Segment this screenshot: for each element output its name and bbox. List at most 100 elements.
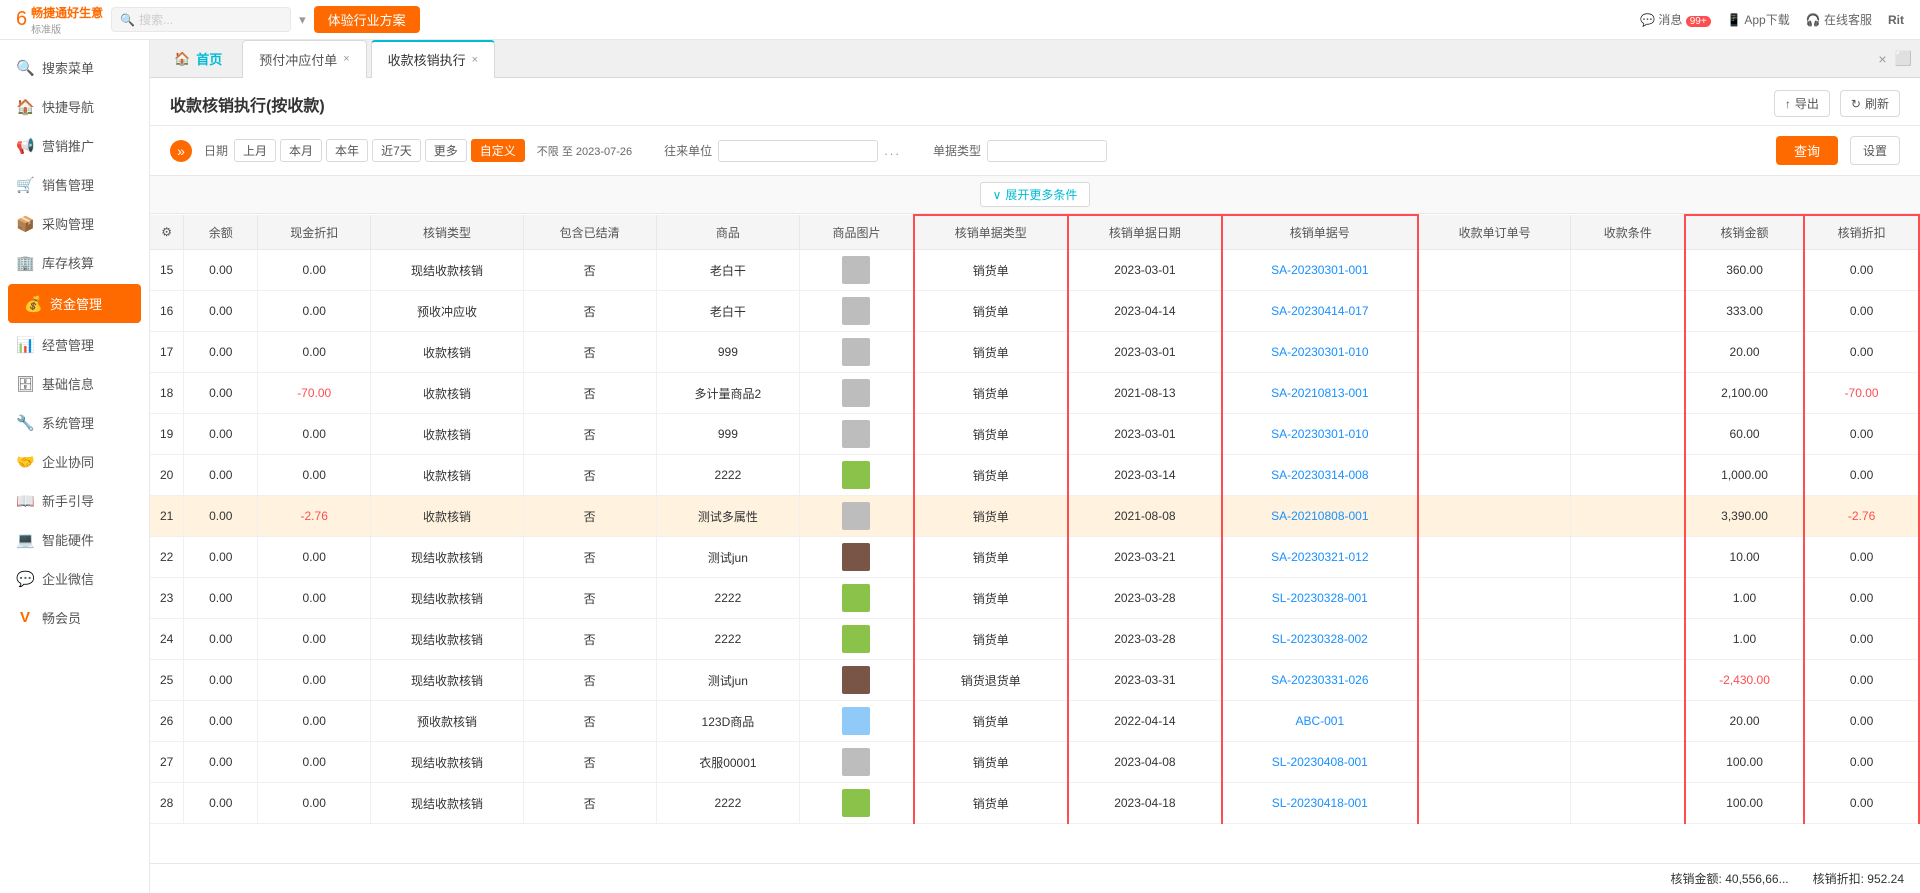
sidebar-item-stock[interactable]: 🏢 库存核算	[0, 243, 149, 282]
cell-cancel-discount: 0.00	[1804, 455, 1919, 496]
sidebar-item-wechat[interactable]: 💬 企业微信	[0, 559, 149, 598]
cell-cancel-amount: 100.00	[1685, 783, 1804, 824]
cell-collection-condition	[1571, 414, 1685, 455]
cell-cancel-voucher-no[interactable]: SA-20230331-026	[1222, 660, 1418, 701]
cell-cancel-voucher-no[interactable]: SL-20230328-001	[1222, 578, 1418, 619]
cell-cancel-voucher-no[interactable]: SA-20230301-010	[1222, 332, 1418, 373]
tab-collection-close[interactable]: ×	[472, 54, 478, 66]
cell-collection-order-no	[1418, 414, 1571, 455]
sidebar-item-purchase[interactable]: 📦 采购管理	[0, 204, 149, 243]
voucher-no-link[interactable]: SL-20230418-001	[1272, 796, 1368, 810]
sidebar-item-finance[interactable]: 💰 资金管理	[8, 284, 141, 323]
tab-prepay[interactable]: 预付冲应付单 ×	[242, 40, 366, 78]
cell-cancel-voucher-type: 销货单	[914, 783, 1068, 824]
sidebar-item-hardware[interactable]: 💻 智能硬件	[0, 520, 149, 559]
date-btn-more[interactable]: 更多	[425, 139, 467, 162]
tab-home[interactable]: 🏠 首页	[158, 40, 238, 78]
col-gear[interactable]: ⚙	[150, 215, 184, 250]
cell-no: 26	[150, 701, 184, 742]
market-icon: 📢	[16, 137, 34, 155]
cell-cancel-voucher-no[interactable]: SA-20210813-001	[1222, 373, 1418, 414]
date-btn-this-month[interactable]: 本月	[280, 139, 322, 162]
cell-cancel-voucher-no[interactable]: SL-20230408-001	[1222, 742, 1418, 783]
query-button[interactable]: 查询	[1776, 136, 1838, 165]
sidebar-item-marketing[interactable]: 📢 营销推广	[0, 126, 149, 165]
cell-cancel-voucher-no[interactable]: SA-20230414-017	[1222, 291, 1418, 332]
online-service-icon[interactable]: 🎧 在线客服	[1806, 11, 1872, 28]
voucher-no-link[interactable]: SA-20210813-001	[1271, 386, 1368, 400]
tab-collection[interactable]: 收款核销执行 ×	[371, 40, 495, 78]
maximize-icon[interactable]: ⬜	[1895, 50, 1912, 67]
cell-collection-order-no	[1418, 537, 1571, 578]
table-row: 16 0.00 0.00 预收冲应收 否 老白干 销货单 2023-04-14 …	[150, 291, 1919, 332]
voucher-no-link[interactable]: SA-20210808-001	[1271, 509, 1368, 523]
cell-cancel-voucher-no[interactable]: SL-20230328-002	[1222, 619, 1418, 660]
voucher-no-link[interactable]: SL-20230328-002	[1272, 632, 1368, 646]
sidebar-item-quicknav[interactable]: 🏠 快捷导航	[0, 87, 149, 126]
cell-cancel-type: 收款核销	[371, 455, 523, 496]
sidebar-label-marketing: 营销推广	[42, 136, 94, 155]
date-btn-last-month[interactable]: 上月	[234, 139, 276, 162]
sidebar-item-corp[interactable]: 🤝 企业协同	[0, 442, 149, 481]
cell-cancel-voucher-no[interactable]: SA-20230301-010	[1222, 414, 1418, 455]
voucher-no-link[interactable]: SL-20230328-001	[1272, 591, 1368, 605]
cell-cash-discount: 0.00	[258, 619, 371, 660]
cancel-discount-total: 核销折扣: 952.24	[1813, 870, 1904, 887]
cell-cancel-voucher-no[interactable]: SA-20230301-001	[1222, 250, 1418, 291]
cell-included-clear: 否	[523, 332, 656, 373]
sidebar-item-guide[interactable]: 📖 新手引导	[0, 481, 149, 520]
sidebar-item-manage[interactable]: 📊 经营管理	[0, 325, 149, 364]
voucher-type-select[interactable]	[987, 140, 1107, 162]
voucher-no-link[interactable]: SL-20230408-001	[1272, 755, 1368, 769]
cell-cancel-voucher-no[interactable]: SL-20230418-001	[1222, 783, 1418, 824]
voucher-no-link[interactable]: SA-20230301-010	[1271, 345, 1368, 359]
voucher-type-filter-group: 单据类型	[933, 140, 1107, 162]
user-avatar[interactable]: Rit	[1888, 13, 1904, 27]
cell-included-clear: 否	[523, 619, 656, 660]
voucher-no-link[interactable]: SA-20230301-001	[1271, 263, 1368, 277]
sidebar-item-sales[interactable]: 🛒 销售管理	[0, 165, 149, 204]
date-btn-7days[interactable]: 近7天	[372, 139, 421, 162]
close-all-icon[interactable]: ×	[1878, 51, 1886, 67]
cell-cancel-type: 预收款核销	[371, 701, 523, 742]
setting-button[interactable]: 设置	[1850, 136, 1900, 165]
cell-cancel-voucher-no[interactable]: SA-20230321-012	[1222, 537, 1418, 578]
cell-cash-discount: 0.00	[258, 742, 371, 783]
export-button[interactable]: ↑ 导出	[1774, 90, 1830, 117]
party-input[interactable]	[718, 140, 878, 162]
table-header-row: ⚙ 余额 现金折扣 核销类型 包含已结清 商品 商品图片 核销单据类型 核销单据…	[150, 215, 1919, 250]
refresh-button[interactable]: ↻ 刷新	[1840, 90, 1900, 117]
voucher-no-link[interactable]: SA-20230414-017	[1271, 304, 1368, 318]
voucher-no-link[interactable]: ABC-001	[1295, 714, 1344, 728]
cell-cancel-voucher-type: 销货单	[914, 701, 1068, 742]
cell-cancel-voucher-type: 销货单	[914, 455, 1068, 496]
tab-prepay-close[interactable]: ×	[343, 53, 349, 65]
cell-product: 2222	[656, 783, 800, 824]
app-download-icon[interactable]: 📱 App下载	[1727, 11, 1790, 28]
sidebar-item-member[interactable]: V 畅会员	[0, 598, 149, 637]
date-btn-custom[interactable]: 自定义	[471, 139, 525, 162]
cell-cancel-voucher-no[interactable]: ABC-001	[1222, 701, 1418, 742]
solution-button[interactable]: 体验行业方案	[314, 6, 420, 33]
voucher-no-link[interactable]: SA-20230321-012	[1271, 550, 1368, 564]
table-footer: 核销金额: 40,556,66... 核销折扣: 952.24	[150, 863, 1920, 893]
search-box[interactable]: 🔍 搜索...	[111, 7, 291, 32]
cell-no: 18	[150, 373, 184, 414]
cell-included-clear: 否	[523, 291, 656, 332]
filter-toggle-button[interactable]: »	[170, 140, 192, 162]
cell-cancel-voucher-no[interactable]: SA-20230314-008	[1222, 455, 1418, 496]
header-actions: ↑ 导出 ↻ 刷新	[1774, 90, 1900, 117]
cell-cancel-voucher-no[interactable]: SA-20210808-001	[1222, 496, 1418, 537]
sidebar-item-base[interactable]: 🗄 基础信息	[0, 364, 149, 403]
message-icon[interactable]: 💬 消息 99+	[1640, 11, 1711, 28]
date-label: 日期	[204, 142, 228, 159]
cell-cancel-discount: 0.00	[1804, 414, 1919, 455]
voucher-no-link[interactable]: SA-20230314-008	[1271, 468, 1368, 482]
sidebar-item-search[interactable]: 🔍 搜索菜单	[0, 48, 149, 87]
expand-conditions-button[interactable]: ∨ 展开更多条件	[980, 182, 1091, 207]
date-btn-this-year[interactable]: 本年	[326, 139, 368, 162]
cell-cancel-voucher-date: 2023-04-14	[1068, 291, 1222, 332]
voucher-no-link[interactable]: SA-20230331-026	[1271, 673, 1368, 687]
voucher-no-link[interactable]: SA-20230301-010	[1271, 427, 1368, 441]
sidebar-item-system[interactable]: 🔧 系统管理	[0, 403, 149, 442]
